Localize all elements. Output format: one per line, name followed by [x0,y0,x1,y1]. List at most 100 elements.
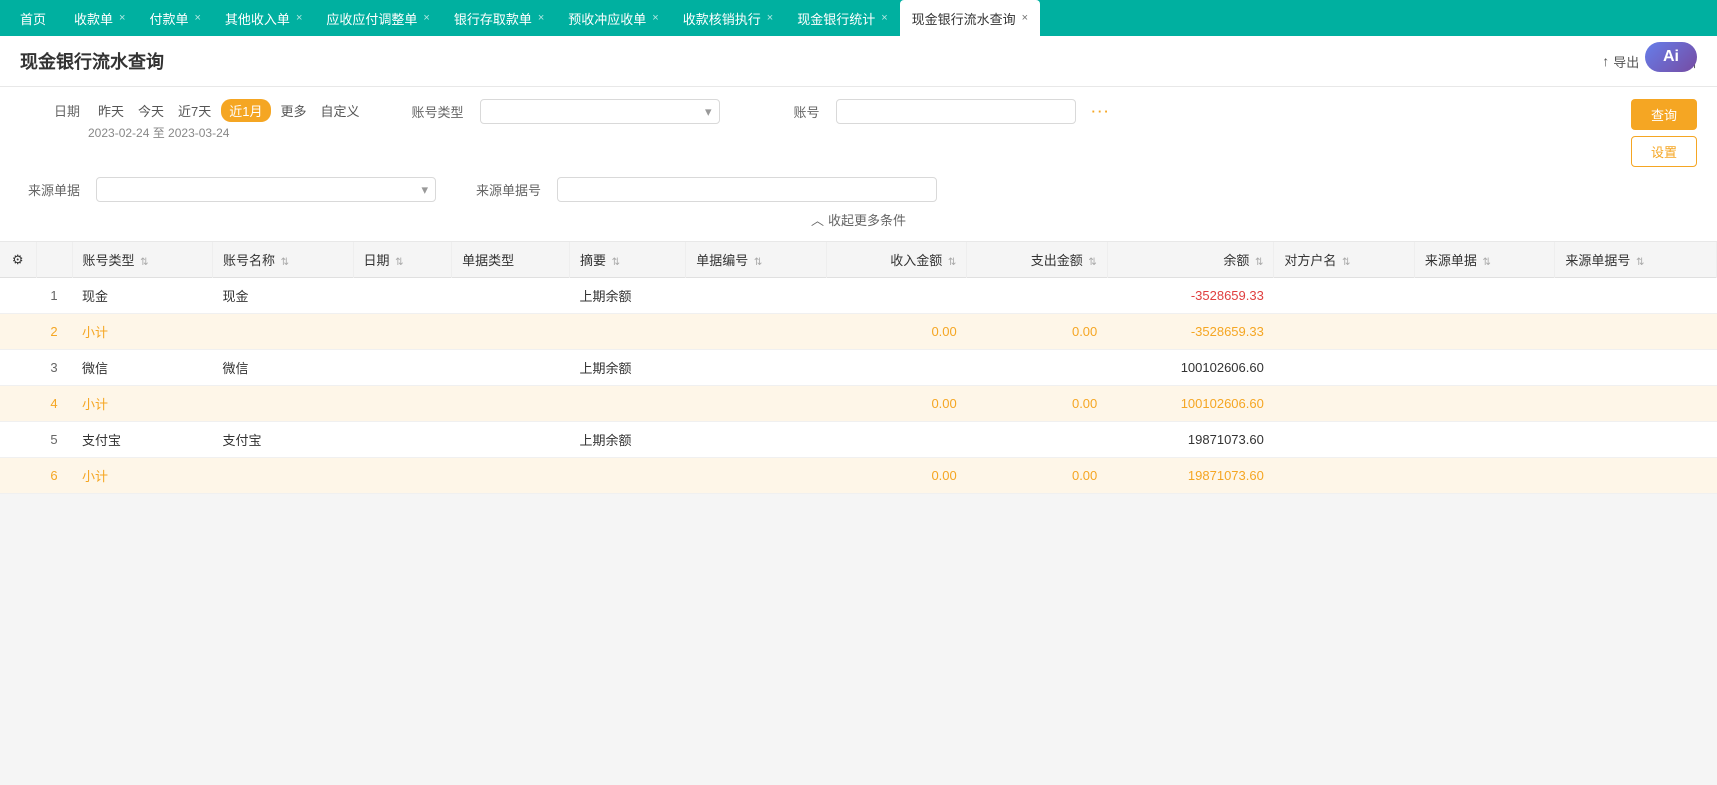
cell-account-type: 小计 [72,386,213,422]
th-account-name-sort: ⇅ [281,257,289,268]
cell-account-name [213,386,354,422]
cell-expense [967,422,1108,458]
filter-area: 日期 昨天 今天 近7天 近1月 更多 自定义 2023-02-24 至 202… [0,87,1717,242]
cell-doc-type [452,278,570,314]
cell-balance: -3528659.33 [1107,278,1274,314]
nav-tab-1-label: 收款单 [74,9,113,28]
date-btn-1month[interactable]: 近1月 [221,99,270,122]
cell-doc-type [452,386,570,422]
filter-row-1: 日期 昨天 今天 近7天 近1月 更多 自定义 2023-02-24 至 202… [20,99,1697,167]
th-summary[interactable]: 摘要 ⇅ [569,242,685,278]
nav-tab-6-close[interactable]: × [652,12,658,24]
th-expense-sort: ⇅ [1088,257,1096,268]
nav-tab-7-close[interactable]: × [767,12,773,24]
th-source-doc-no[interactable]: 来源单据号 ⇅ [1555,242,1717,278]
table-row: 6 小计 0.00 0.00 19871073.60 [0,458,1717,494]
th-num [36,242,72,278]
nav-tab-4[interactable]: 应收应付调整单 × [314,0,441,36]
nav-home[interactable]: 首页 [4,0,62,36]
account-type-select-wrapper: ▾ [480,99,720,124]
nav-tab-4-close[interactable]: × [423,12,429,24]
nav-tab-3-close[interactable]: × [296,12,302,24]
th-expense[interactable]: 支出金额 ⇅ [967,242,1108,278]
nav-tab-2-close[interactable]: × [194,12,200,24]
th-date[interactable]: 日期 ⇅ [353,242,452,278]
th-source-doc-no-label: 来源单据号 [1565,253,1630,268]
th-expense-label: 支出金额 [1031,253,1083,268]
nav-tab-1-close[interactable]: × [119,12,125,24]
cell-income: 0.00 [826,386,967,422]
cell-income: 0.00 [826,458,967,494]
page-title: 现金银行流水查询 [20,48,164,74]
cell-doc-type [452,314,570,350]
top-nav: 首页 收款单 × 付款单 × 其他收入单 × 应收应付调整单 × 银行存取款单 … [0,0,1717,36]
cell-expense: 0.00 [967,458,1108,494]
date-label: 日期 [20,101,80,120]
date-btn-custom[interactable]: 自定义 [317,99,364,122]
account-dots-button[interactable]: ··· [1092,104,1111,119]
cell-doc-no [686,422,827,458]
th-gear[interactable]: ⚙ [0,242,36,278]
nav-tab-5-close[interactable]: × [538,12,544,24]
th-doc-no[interactable]: 单据编号 ⇅ [686,242,827,278]
nav-tab-9-close[interactable]: × [1022,12,1028,24]
cell-summary: 上期余额 [569,278,685,314]
cell-expense: 0.00 [967,386,1108,422]
nav-tab-8-close[interactable]: × [881,12,887,24]
th-source-doc[interactable]: 来源单据 ⇅ [1414,242,1555,278]
nav-tab-5[interactable]: 银行存取款单 × [442,0,556,36]
query-button[interactable]: 查询 [1631,99,1697,130]
export-icon: ↑ [1602,53,1609,69]
th-balance[interactable]: 余额 ⇅ [1107,242,1274,278]
nav-tab-2-label: 付款单 [149,9,188,28]
collapse-bar[interactable]: ︿ 收起更多条件 [20,206,1697,233]
nav-tab-6[interactable]: 预收冲应收单 × [556,0,670,36]
cell-date [353,386,452,422]
settings-button[interactable]: 设置 [1631,136,1697,167]
nav-tab-7[interactable]: 收款核销执行 × [671,0,785,36]
nav-tab-1[interactable]: 收款单 × [62,0,137,36]
th-counterparty-label: 对方户名 [1284,253,1336,268]
th-doc-type-label: 单据类型 [462,253,514,268]
date-btn-today[interactable]: 今天 [134,99,168,122]
th-account-type-label: 账号类型 [83,253,135,268]
nav-tab-2[interactable]: 付款单 × [137,0,212,36]
date-btn-yesterday[interactable]: 昨天 [94,99,128,122]
cell-date [353,422,452,458]
cell-summary: 上期余额 [569,422,685,458]
date-btn-7days[interactable]: 近7天 [174,99,215,122]
ai-badge[interactable]: Ai [1645,42,1697,72]
main-table: ⚙ 账号类型 ⇅ 账号名称 ⇅ 日期 ⇅ 单据类型 摘要 [0,242,1717,494]
source-doc-select[interactable] [96,177,436,202]
th-date-label: 日期 [364,253,390,268]
source-doc-label: 来源单据 [20,180,80,199]
account-type-select[interactable] [480,99,720,124]
th-account-name[interactable]: 账号名称 ⇅ [213,242,354,278]
cell-doc-type [452,458,570,494]
cell-doc-type [452,422,570,458]
account-label: 账号 [760,102,820,121]
cell-account-type: 现金 [72,278,213,314]
cell-source-doc-no [1555,350,1717,386]
cell-source-doc-no [1555,278,1717,314]
cell-balance: -3528659.33 [1107,314,1274,350]
cell-source-doc-no [1555,458,1717,494]
export-label: 导出 [1613,52,1639,71]
th-summary-label: 摘要 [580,253,606,268]
nav-tab-8[interactable]: 现金银行统计 × [785,0,899,36]
table-row: 3 微信 微信 上期余额 100102606.60 [0,350,1717,386]
nav-tab-9[interactable]: 现金银行流水查询 × [900,0,1040,36]
date-btn-more[interactable]: 更多 [277,99,311,122]
th-date-sort: ⇅ [395,257,403,268]
account-input[interactable] [836,99,1076,124]
cell-doc-type [452,350,570,386]
cell-expense [967,350,1108,386]
source-doc-no-input[interactable] [557,177,937,202]
th-account-type[interactable]: 账号类型 ⇅ [72,242,213,278]
nav-tab-3[interactable]: 其他收入单 × [213,0,314,36]
cell-num: 6 [36,458,72,494]
export-button[interactable]: ↑ 导出 [1602,52,1639,71]
th-account-type-sort: ⇅ [140,257,148,268]
th-counterparty[interactable]: 对方户名 ⇅ [1274,242,1415,278]
th-income[interactable]: 收入金额 ⇅ [826,242,967,278]
